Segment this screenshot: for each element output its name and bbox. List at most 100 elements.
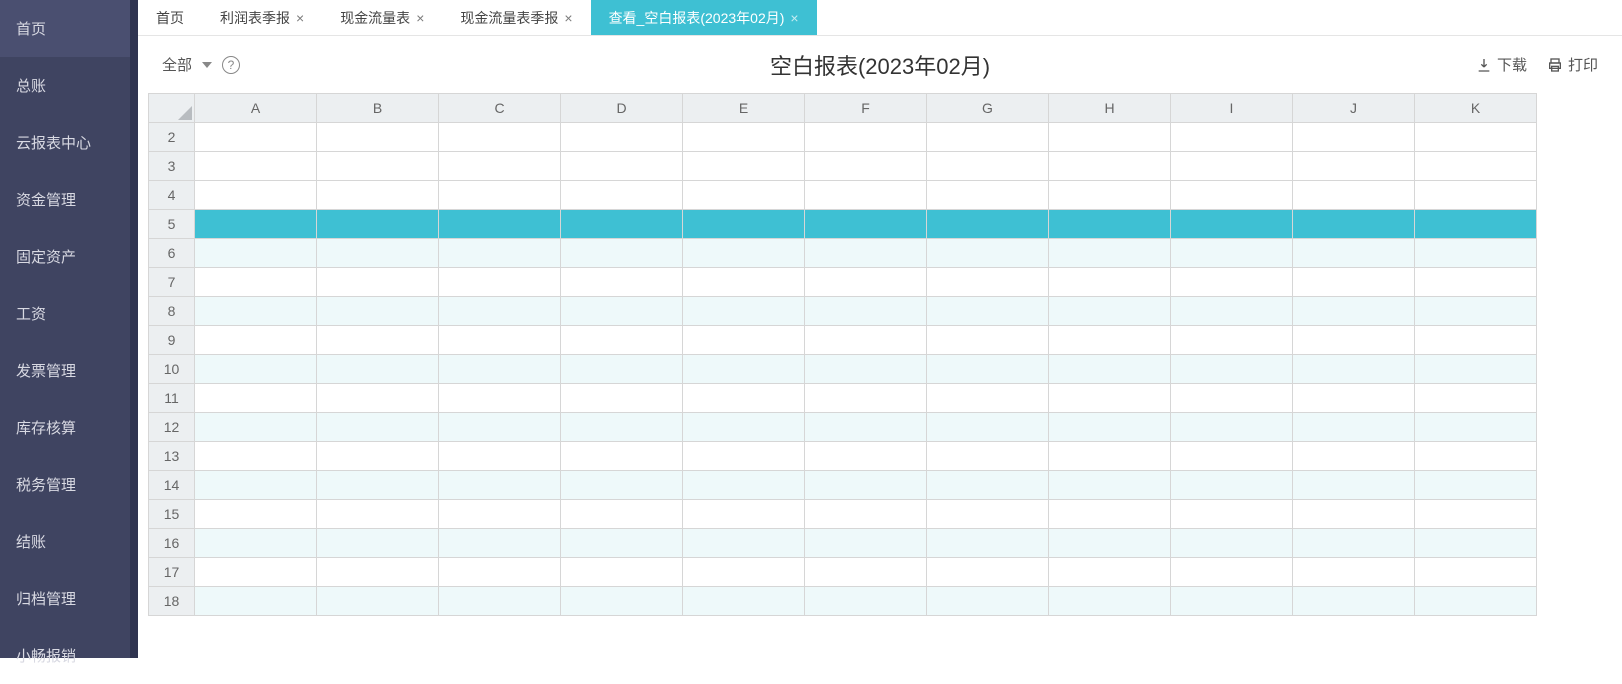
cell-G18[interactable] <box>927 587 1049 616</box>
row-header-6[interactable]: 6 <box>149 239 195 268</box>
sidebar-item-closing[interactable]: 结账 <box>0 513 130 570</box>
cell-I18[interactable] <box>1171 587 1293 616</box>
tab-1[interactable]: 利润表季报× <box>202 0 322 35</box>
cell-D4[interactable] <box>561 181 683 210</box>
cell-J3[interactable] <box>1293 152 1415 181</box>
column-header-K[interactable]: K <box>1415 94 1537 123</box>
cell-H18[interactable] <box>1049 587 1171 616</box>
cell-A13[interactable] <box>195 442 317 471</box>
cell-I8[interactable] <box>1171 297 1293 326</box>
cell-D7[interactable] <box>561 268 683 297</box>
cell-J9[interactable] <box>1293 326 1415 355</box>
cell-C14[interactable] <box>439 471 561 500</box>
cell-C3[interactable] <box>439 152 561 181</box>
cell-B5[interactable] <box>317 210 439 239</box>
cell-K12[interactable] <box>1415 413 1537 442</box>
cell-A5[interactable] <box>195 210 317 239</box>
cell-H9[interactable] <box>1049 326 1171 355</box>
close-icon[interactable]: × <box>296 10 304 26</box>
sidebar-item-tax[interactable]: 税务管理 <box>0 456 130 513</box>
cell-E9[interactable] <box>683 326 805 355</box>
sidebar-item-fund[interactable]: 资金管理 <box>0 171 130 228</box>
cell-D12[interactable] <box>561 413 683 442</box>
cell-F3[interactable] <box>805 152 927 181</box>
cell-H17[interactable] <box>1049 558 1171 587</box>
cell-I14[interactable] <box>1171 471 1293 500</box>
cell-K13[interactable] <box>1415 442 1537 471</box>
cell-E4[interactable] <box>683 181 805 210</box>
cell-C8[interactable] <box>439 297 561 326</box>
cell-D13[interactable] <box>561 442 683 471</box>
close-icon[interactable]: × <box>564 10 572 26</box>
cell-I3[interactable] <box>1171 152 1293 181</box>
cell-F18[interactable] <box>805 587 927 616</box>
cell-K6[interactable] <box>1415 239 1537 268</box>
cell-E8[interactable] <box>683 297 805 326</box>
column-header-F[interactable]: F <box>805 94 927 123</box>
cell-A6[interactable] <box>195 239 317 268</box>
cell-D11[interactable] <box>561 384 683 413</box>
cell-K4[interactable] <box>1415 181 1537 210</box>
cell-I4[interactable] <box>1171 181 1293 210</box>
cell-F12[interactable] <box>805 413 927 442</box>
cell-D9[interactable] <box>561 326 683 355</box>
row-header-12[interactable]: 12 <box>149 413 195 442</box>
cell-I12[interactable] <box>1171 413 1293 442</box>
cell-G8[interactable] <box>927 297 1049 326</box>
cell-C11[interactable] <box>439 384 561 413</box>
cell-G5[interactable] <box>927 210 1049 239</box>
cell-G14[interactable] <box>927 471 1049 500</box>
cell-A11[interactable] <box>195 384 317 413</box>
cell-E17[interactable] <box>683 558 805 587</box>
cell-D16[interactable] <box>561 529 683 558</box>
cell-I7[interactable] <box>1171 268 1293 297</box>
cell-F13[interactable] <box>805 442 927 471</box>
cell-J11[interactable] <box>1293 384 1415 413</box>
cell-G11[interactable] <box>927 384 1049 413</box>
cell-D10[interactable] <box>561 355 683 384</box>
cell-A14[interactable] <box>195 471 317 500</box>
cell-C13[interactable] <box>439 442 561 471</box>
cell-K2[interactable] <box>1415 123 1537 152</box>
cell-E5[interactable] <box>683 210 805 239</box>
cell-A7[interactable] <box>195 268 317 297</box>
cell-G12[interactable] <box>927 413 1049 442</box>
cell-G9[interactable] <box>927 326 1049 355</box>
cell-D14[interactable] <box>561 471 683 500</box>
column-header-E[interactable]: E <box>683 94 805 123</box>
cell-B3[interactable] <box>317 152 439 181</box>
row-header-7[interactable]: 7 <box>149 268 195 297</box>
cell-D8[interactable] <box>561 297 683 326</box>
filter-dropdown[interactable]: 全部 ? <box>162 54 240 75</box>
cell-E11[interactable] <box>683 384 805 413</box>
cell-K15[interactable] <box>1415 500 1537 529</box>
cell-I17[interactable] <box>1171 558 1293 587</box>
cell-I11[interactable] <box>1171 384 1293 413</box>
cell-K7[interactable] <box>1415 268 1537 297</box>
cell-G4[interactable] <box>927 181 1049 210</box>
close-icon[interactable]: × <box>416 10 424 26</box>
cell-E2[interactable] <box>683 123 805 152</box>
cell-C10[interactable] <box>439 355 561 384</box>
cell-A17[interactable] <box>195 558 317 587</box>
sidebar-item-inventory[interactable]: 库存核算 <box>0 399 130 456</box>
cell-C18[interactable] <box>439 587 561 616</box>
row-header-3[interactable]: 3 <box>149 152 195 181</box>
cell-J18[interactable] <box>1293 587 1415 616</box>
cell-H7[interactable] <box>1049 268 1171 297</box>
sidebar-scrollbar[interactable] <box>130 0 138 658</box>
cell-A2[interactable] <box>195 123 317 152</box>
cell-J7[interactable] <box>1293 268 1415 297</box>
sidebar-item-archive[interactable]: 归档管理 <box>0 570 130 627</box>
cell-A9[interactable] <box>195 326 317 355</box>
cell-A15[interactable] <box>195 500 317 529</box>
cell-H15[interactable] <box>1049 500 1171 529</box>
cell-H5[interactable] <box>1049 210 1171 239</box>
cell-B4[interactable] <box>317 181 439 210</box>
cell-D15[interactable] <box>561 500 683 529</box>
cell-J2[interactable] <box>1293 123 1415 152</box>
cell-K17[interactable] <box>1415 558 1537 587</box>
cell-A12[interactable] <box>195 413 317 442</box>
cell-E6[interactable] <box>683 239 805 268</box>
cell-J5[interactable] <box>1293 210 1415 239</box>
